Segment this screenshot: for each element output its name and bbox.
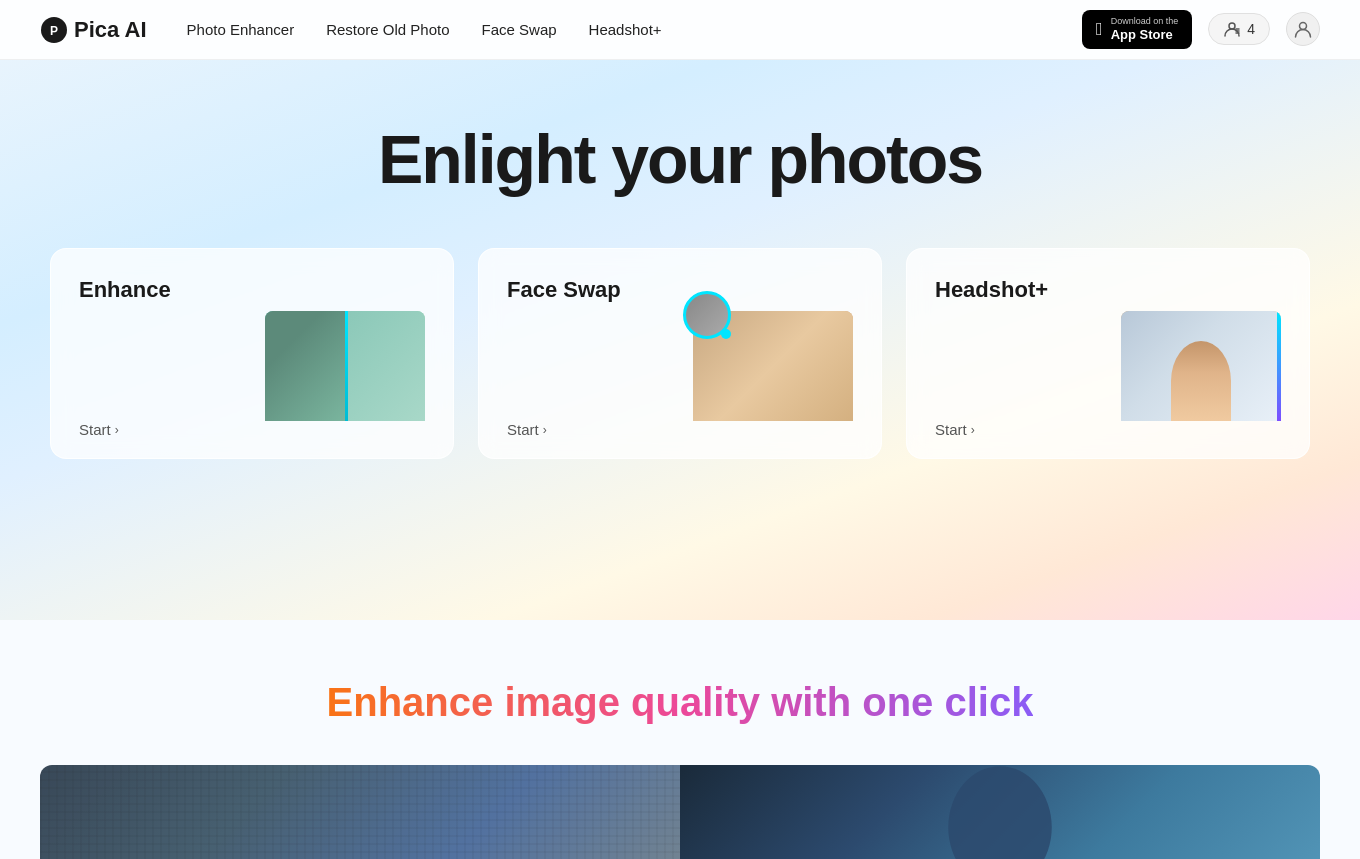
- enhanced-half: Enhance: [680, 765, 1320, 859]
- headshot-card[interactable]: Headshot+ Start ›: [906, 248, 1310, 459]
- svg-point-9: [948, 766, 1052, 859]
- enhance-card-image: [79, 311, 425, 421]
- navbar: P Pica AI Photo Enhancer Restore Old Pho…: [0, 0, 1360, 60]
- navbar-right:  Download on the App Store 4: [1082, 10, 1320, 48]
- navbar-left: P Pica AI Photo Enhancer Restore Old Pho…: [40, 16, 662, 44]
- headshot-start-label: Start: [935, 421, 967, 438]
- headshot-figure: [1171, 341, 1231, 421]
- credits-button[interactable]: 4: [1208, 13, 1270, 45]
- face-swap-card[interactable]: Face Swap Start ›: [478, 248, 882, 459]
- cards-row: Enhance Start › Face Swap: [50, 248, 1310, 459]
- hero-title: Enlight your photos: [40, 120, 1320, 198]
- nav-links: Photo Enhancer Restore Old Photo Face Sw…: [187, 21, 662, 38]
- hero-section: Enlight your photos Enhance Start › Face…: [0, 60, 1360, 620]
- app-store-sub: Download on the: [1111, 16, 1179, 27]
- enhance-title-gradient: Enhance image quality with one click: [327, 680, 1034, 724]
- original-silhouette: [40, 765, 680, 859]
- faceswap-preview-image: [693, 311, 853, 421]
- credits-icon: [1223, 20, 1241, 38]
- face-swap-card-title: Face Swap: [507, 277, 853, 303]
- face-swap-start-label: Start: [507, 421, 539, 438]
- nav-link-headshot-plus[interactable]: Headshot+: [589, 21, 662, 38]
- enhance-section-title: Enhance image quality with one click: [40, 680, 1320, 725]
- enhance-card[interactable]: Enhance Start ›: [50, 248, 454, 459]
- comparison-bar: Original Enhance: [40, 765, 1320, 859]
- headshot-card-image: [935, 311, 1281, 421]
- original-half: Original: [40, 765, 680, 859]
- enhance-card-title: Enhance: [79, 277, 425, 303]
- enhance-face-left: [265, 311, 345, 421]
- headshot-start-link[interactable]: Start ›: [935, 421, 1281, 458]
- enhance-quality-section: Enhance image quality with one click O: [0, 620, 1360, 859]
- user-icon: [1294, 20, 1312, 38]
- enhance-preview-image: [265, 311, 425, 421]
- headshot-card-title: Headshot+: [935, 277, 1281, 303]
- nav-link-restore-old-photo[interactable]: Restore Old Photo: [326, 21, 449, 38]
- enhance-start-arrow: ›: [115, 423, 119, 437]
- app-store-main: App Store: [1111, 27, 1179, 43]
- headshot-start-arrow: ›: [971, 423, 975, 437]
- face-swap-start-arrow: ›: [543, 423, 547, 437]
- svg-text:P: P: [50, 24, 58, 38]
- enhanced-silhouette: [680, 765, 1320, 859]
- app-store-button[interactable]:  Download on the App Store: [1082, 10, 1192, 48]
- logo-icon: P: [40, 16, 68, 44]
- headshot-preview-image: [1121, 311, 1281, 421]
- nav-link-face-swap[interactable]: Face Swap: [482, 21, 557, 38]
- svg-point-2: [1229, 23, 1235, 29]
- credits-count: 4: [1247, 21, 1255, 37]
- logo[interactable]: P Pica AI: [40, 16, 147, 44]
- enhance-start-label: Start: [79, 421, 111, 438]
- face-swap-card-image: [507, 311, 853, 421]
- faceswap-dot: [721, 329, 731, 339]
- logo-text: Pica AI: [74, 17, 147, 43]
- svg-point-6: [1300, 23, 1307, 30]
- app-store-text: Download on the App Store: [1111, 16, 1179, 42]
- apple-icon: : [1096, 19, 1103, 40]
- svg-point-7: [308, 766, 412, 859]
- nav-link-photo-enhancer[interactable]: Photo Enhancer: [187, 21, 295, 38]
- user-button[interactable]: [1286, 12, 1320, 46]
- enhance-face-right: [345, 311, 425, 421]
- enhance-start-link[interactable]: Start ›: [79, 421, 425, 458]
- face-swap-start-link[interactable]: Start ›: [507, 421, 853, 458]
